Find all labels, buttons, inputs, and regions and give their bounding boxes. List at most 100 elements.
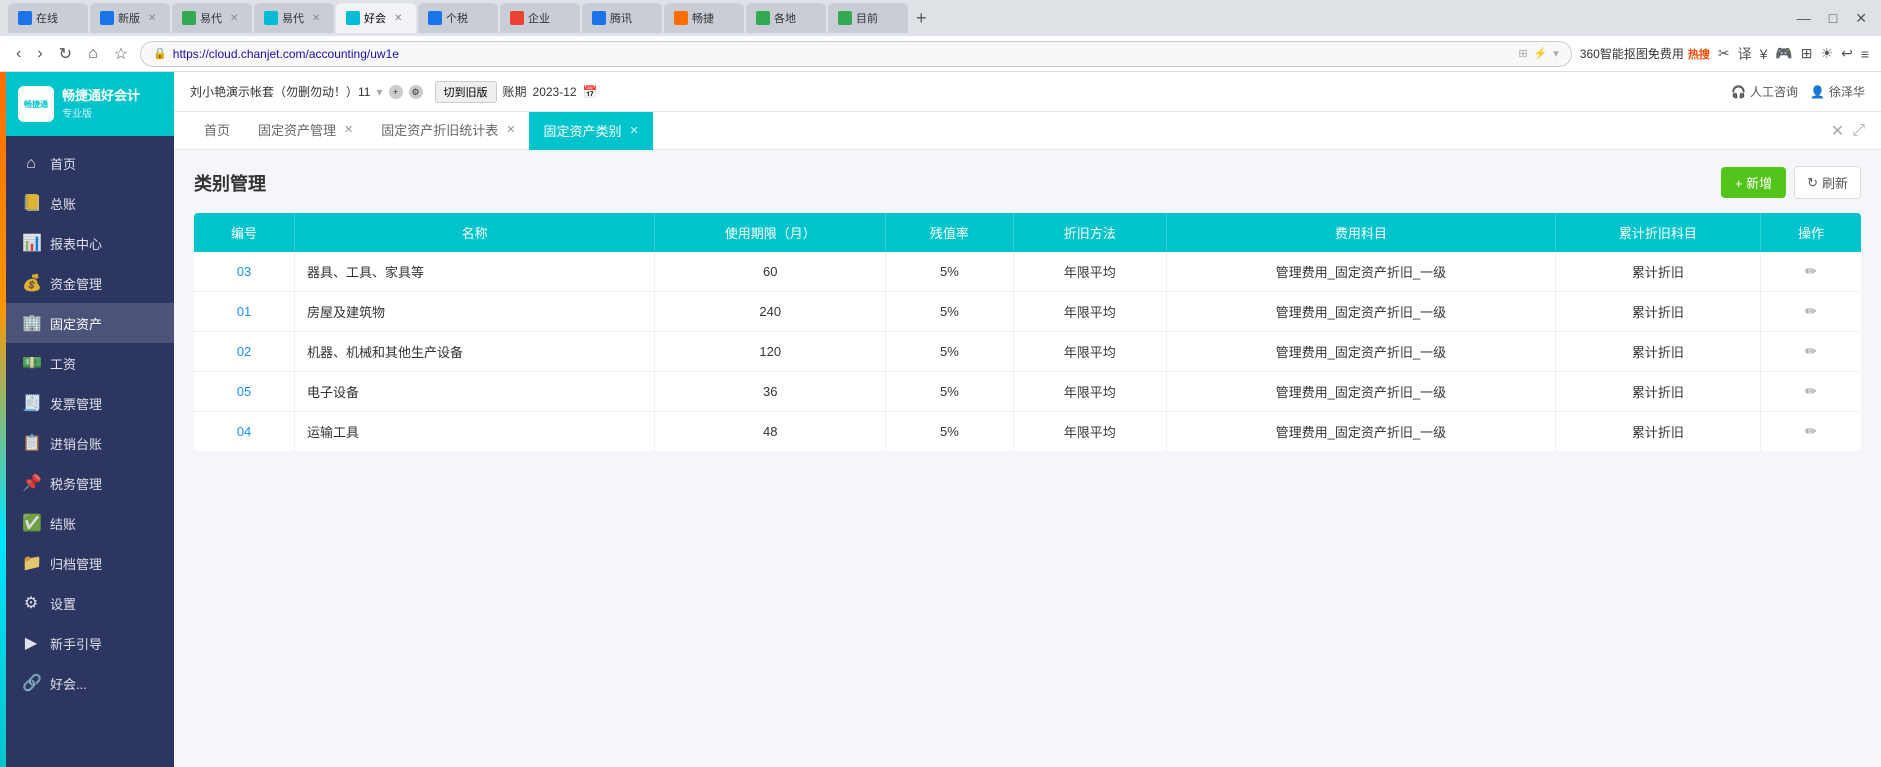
user-name: 徐泽华 — [1829, 83, 1865, 100]
tab-depreciation-table[interactable]: 固定资产折旧统计表 ✕ — [367, 112, 529, 150]
add-account-icon[interactable]: + — [389, 85, 403, 99]
url-input[interactable]: 🔒 https://cloud.chanjet.com/accounting/u… — [140, 41, 1572, 67]
sidebar-item-ledger[interactable]: 📒 总账 — [6, 183, 174, 223]
new-tab-btn[interactable]: + — [910, 8, 933, 29]
cell-acc-3: 累计折旧 — [1555, 372, 1760, 412]
cell-rate-4: 5% — [886, 412, 1013, 452]
menu-icon[interactable]: ≡ — [1861, 46, 1869, 62]
sun-icon[interactable]: ☀ — [1821, 45, 1834, 62]
tab-close-new[interactable]: ✕ — [148, 13, 156, 24]
home-nav-btn[interactable]: ⌂ — [84, 43, 102, 65]
tab-close-5[interactable]: ✕ — [394, 13, 402, 24]
tab-icon-new — [100, 11, 114, 25]
browser-tab-4[interactable]: 易代 ✕ — [254, 3, 334, 33]
close-btn[interactable]: ✕ — [1849, 8, 1873, 29]
add-button[interactable]: + 新增 — [1721, 167, 1786, 198]
refresh-label: 刷新 — [1822, 173, 1848, 192]
tab-icon-11 — [838, 11, 852, 25]
browser-tab-5[interactable]: 好会 ✕ — [336, 3, 416, 33]
sidebar-item-checkout[interactable]: ✅ 结账 — [6, 503, 174, 543]
cell-name-0: 器具、工具、家具等 — [295, 252, 655, 292]
user-avatar-area[interactable]: 👤 徐泽华 — [1810, 83, 1865, 100]
sidebar-item-tax[interactable]: 📌 税务管理 — [6, 463, 174, 503]
consultant-link[interactable]: 🎧 人工咨询 — [1731, 83, 1798, 100]
browser-tab-11[interactable]: 目前 — [828, 3, 908, 33]
period-value: 2023-12 — [533, 85, 577, 99]
sidebar-item-more[interactable]: 🔗 好会... — [6, 663, 174, 703]
cell-code-0[interactable]: 03 — [194, 252, 295, 292]
sidebar-item-archive[interactable]: 📁 归档管理 — [6, 543, 174, 583]
tab-close-4[interactable]: ✕ — [312, 13, 320, 24]
close-panel-icon[interactable]: ✕ — [1831, 121, 1844, 141]
cell-code-1[interactable]: 01 — [194, 292, 295, 332]
browser-tab-new[interactable]: 新版 ✕ — [90, 3, 170, 33]
refresh-button[interactable]: ↻ 刷新 — [1794, 166, 1861, 199]
browser-tab-9[interactable]: 畅捷 — [664, 3, 744, 33]
calendar-icon[interactable]: 📅 — [583, 85, 598, 99]
grid-icon[interactable]: ⊞ — [1801, 45, 1813, 62]
edit-icon-0[interactable]: ✏ — [1805, 263, 1817, 279]
browser-tab-3[interactable]: 易代 ✕ — [172, 3, 252, 33]
sidebar-item-report[interactable]: 📊 报表中心 — [6, 223, 174, 263]
cell-action-1[interactable]: ✏ — [1760, 292, 1861, 332]
translate-icon[interactable]: 译 — [1738, 44, 1752, 64]
cell-action-2[interactable]: ✏ — [1760, 332, 1861, 372]
scissors-icon[interactable]: ✂ — [1718, 45, 1730, 62]
col-header-name: 名称 — [295, 213, 655, 252]
tab-close-category[interactable]: ✕ — [630, 124, 639, 137]
sidebar-item-salary[interactable]: 💵 工资 — [6, 343, 174, 383]
tab-asset-category[interactable]: 固定资产类别 ✕ — [529, 112, 652, 150]
tab-close-3[interactable]: ✕ — [230, 13, 238, 24]
coin-icon[interactable]: ¥ — [1760, 46, 1768, 62]
browser-tab-8[interactable]: 腾讯 — [582, 3, 662, 33]
tab-label-5: 好会 — [364, 10, 386, 26]
minimize-btn[interactable]: — — [1791, 8, 1817, 28]
sidebar-item-settings[interactable]: ⚙ 设置 — [6, 583, 174, 623]
browser-tab-10[interactable]: 各地 — [746, 3, 826, 33]
cell-rate-3: 5% — [886, 372, 1013, 412]
edit-icon-4[interactable]: ✏ — [1805, 423, 1817, 439]
cell-code-2[interactable]: 02 — [194, 332, 295, 372]
browser-tab-6[interactable]: 个税 — [418, 3, 498, 33]
cell-action-3[interactable]: ✏ — [1760, 372, 1861, 412]
undo-icon[interactable]: ↩ — [1841, 45, 1853, 62]
sidebar-item-asset[interactable]: 🏢 固定资产 — [6, 303, 174, 343]
sidebar-item-stockacct[interactable]: 📋 进销台账 — [6, 423, 174, 463]
cell-method-4: 年限平均 — [1013, 412, 1166, 452]
dropdown-user-icon[interactable]: ▾ — [376, 85, 382, 99]
cell-name-3: 电子设备 — [295, 372, 655, 412]
browser-tab-7[interactable]: 企业 — [500, 3, 580, 33]
back-btn[interactable]: ‹ — [12, 43, 25, 65]
forward-btn[interactable]: › — [33, 43, 46, 65]
star-btn[interactable]: ☆ — [110, 42, 132, 66]
sidebar-item-home[interactable]: ⌂ 首页 — [6, 144, 174, 183]
edit-icon-1[interactable]: ✏ — [1805, 303, 1817, 319]
edit-icon-2[interactable]: ✏ — [1805, 343, 1817, 359]
browser-tab-online[interactable]: 在线 — [8, 3, 88, 33]
game-icon[interactable]: 🎮 — [1775, 45, 1792, 62]
tab-asset-mgmt[interactable]: 固定资产管理 ✕ — [244, 112, 367, 150]
col-header-expense: 费用科目 — [1166, 213, 1555, 252]
edit-icon-3[interactable]: ✏ — [1805, 383, 1817, 399]
tab-close-asset-mgmt[interactable]: ✕ — [344, 123, 353, 136]
tab-close-depreciation[interactable]: ✕ — [506, 123, 515, 136]
asset-icon: 🏢 — [22, 313, 40, 333]
maximize-btn[interactable]: □ — [1823, 8, 1843, 28]
switch-version-btn[interactable]: 切到旧版 — [435, 81, 497, 103]
tab-icon-10 — [756, 11, 770, 25]
maximize-panel-icon[interactable]: ⤢ — [1852, 122, 1865, 140]
cell-code-4[interactable]: 04 — [194, 412, 295, 452]
tab-asset-mgmt-label: 固定资产管理 — [258, 120, 336, 139]
app-layout: 畅捷通 畅捷通好会计 专业版 ⌂ 首页 📒 总账 📊 报表中心 💰 资金管 — [0, 72, 1881, 767]
cell-code-3[interactable]: 05 — [194, 372, 295, 412]
reload-btn[interactable]: ↻ — [55, 42, 76, 66]
cell-action-0[interactable]: ✏ — [1760, 252, 1861, 292]
main-content: 刘小艳演示帐套（勿删勿动！）11 ▾ + ⚙ 切到旧版 账期 2023-12 📅… — [174, 72, 1881, 767]
more-icon: 🔗 — [22, 673, 40, 693]
settings-account-icon[interactable]: ⚙ — [409, 85, 423, 99]
cell-action-4[interactable]: ✏ — [1760, 412, 1861, 452]
sidebar-item-guide[interactable]: ▶ 新手引导 — [6, 623, 174, 663]
tab-home[interactable]: 首页 — [190, 112, 244, 150]
sidebar-item-fund[interactable]: 💰 资金管理 — [6, 263, 174, 303]
sidebar-item-invoice[interactable]: 🧾 发票管理 — [6, 383, 174, 423]
